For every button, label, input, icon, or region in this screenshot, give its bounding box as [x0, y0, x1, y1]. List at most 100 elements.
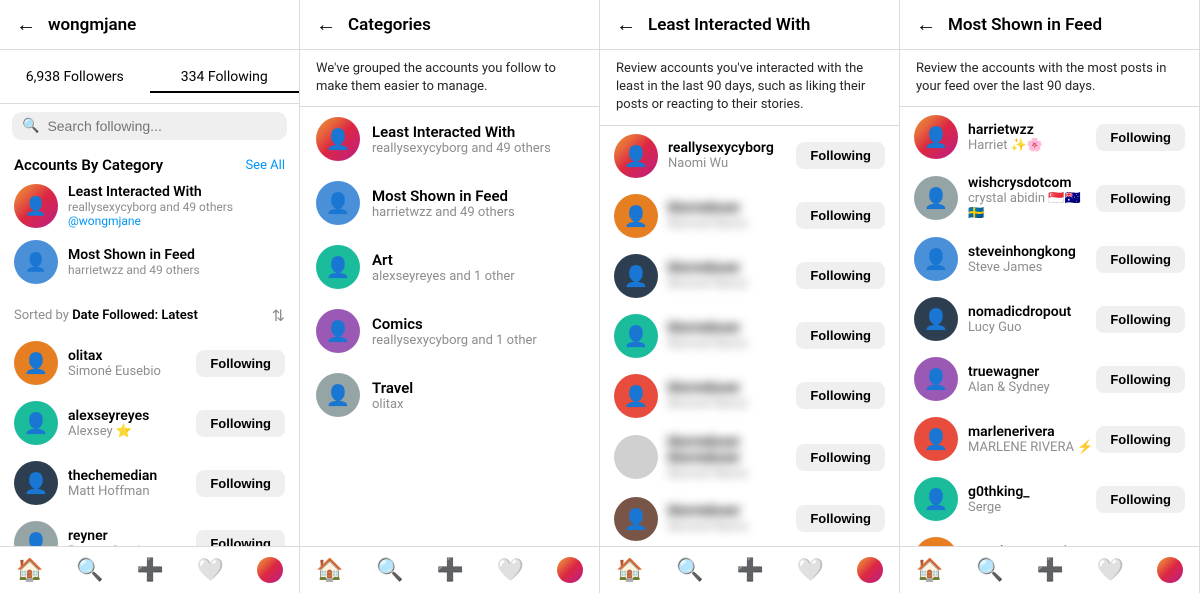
least-interacted-sub: reallysexycyborg and 49 others [68, 200, 233, 214]
profile-avatar[interactable] [557, 557, 583, 583]
heart-icon[interactable]: 🤍 [797, 558, 824, 583]
cat-name: Most Shown in Feed [372, 187, 515, 205]
list-item[interactable]: 👤 Art alexseyreyes and 1 other [300, 235, 599, 299]
heart-icon[interactable]: 🤍 [1097, 558, 1124, 583]
cat-info: Comics reallysexycyborg and 1 other [372, 315, 537, 348]
add-icon[interactable]: ➕ [436, 558, 463, 583]
table-row: 👤 blurreduser Blurred Name Following [600, 246, 899, 306]
list-item[interactable]: 👤 Least Interacted With reallysexycyborg… [300, 107, 599, 171]
user-info: wishcrysdotcom crystal abidin 🇸🇬🇦🇺🇸🇪 [968, 175, 1096, 221]
most-shown-avatar: 👤 [14, 240, 58, 284]
following-button[interactable]: Following [796, 444, 885, 471]
least-interacted-title: Least Interacted With [648, 15, 810, 35]
home-icon[interactable]: 🏠 [16, 558, 43, 583]
avatar: 👤 [14, 401, 58, 445]
most-shown-category[interactable]: 👤 Most Shown in Feed harrietwzz and 49 o… [0, 234, 299, 290]
avatar: 👤 [614, 134, 658, 178]
search-nav-icon[interactable]: 🔍 [76, 558, 103, 583]
following-button[interactable]: Following [1096, 426, 1185, 453]
table-row: 👤 reyner Reyner Crosby Following [0, 513, 299, 546]
search-input[interactable] [47, 118, 277, 134]
avatar: 👤 [14, 461, 58, 505]
following-button[interactable]: Following [1096, 185, 1185, 212]
home-icon[interactable]: 🏠 [316, 558, 343, 583]
fullname: Naomi Wu [668, 156, 796, 171]
following-button[interactable]: Following [1096, 366, 1185, 393]
following-stat[interactable]: 334 Following [150, 60, 300, 93]
avatar: 👤 [914, 297, 958, 341]
fullname: Simoné Eusebio [68, 364, 196, 379]
home-icon[interactable]: 🏠 [616, 558, 643, 583]
least-interacted-panel: ← Least Interacted With Review accounts … [600, 0, 900, 593]
cat-name: Comics [372, 315, 537, 333]
profile-avatar[interactable] [857, 557, 883, 583]
sort-icon[interactable]: ⇅ [272, 306, 285, 325]
profile-avatar[interactable] [257, 557, 283, 583]
following-button[interactable]: Following [1096, 486, 1185, 513]
following-header: ← wongmjane [0, 0, 299, 50]
search-nav-icon[interactable]: 🔍 [976, 558, 1003, 583]
fullname: Matt Hoffman [68, 484, 196, 499]
following-button[interactable]: Following [196, 350, 285, 377]
profile-avatar[interactable] [1157, 557, 1183, 583]
cat-info: Travel olitax [372, 379, 413, 412]
list-item[interactable]: 👤 Most Shown in Feed harrietwzz and 49 o… [300, 171, 599, 235]
avatar: 👤 [316, 245, 360, 289]
table-row: 👤 alexseyreyes Alexsey ⭐ Following [0, 393, 299, 453]
avatar: 👤 [614, 254, 658, 298]
user-info: blurreduser blurreduser Blurred Name [668, 434, 796, 481]
following-button[interactable]: Following [796, 382, 885, 409]
heart-icon[interactable]: 🤍 [497, 558, 524, 583]
following-button[interactable]: Following [796, 505, 885, 532]
avatar: 👤 [316, 309, 360, 353]
following-button[interactable]: Following [196, 410, 285, 437]
fullname: Lucy Guo [968, 320, 1096, 335]
search-icon: 🔍 [22, 118, 39, 134]
accounts-title: Accounts By Category [14, 156, 163, 174]
username: steveinhongkong [968, 244, 1096, 260]
avatar: 👤 [14, 341, 58, 385]
see-all-link[interactable]: See All [245, 158, 285, 173]
back-icon-1[interactable]: ← [16, 12, 36, 37]
back-icon-3[interactable]: ← [616, 12, 636, 37]
following-button[interactable]: Following [196, 530, 285, 547]
following-button[interactable]: Following [796, 202, 885, 229]
back-icon-4[interactable]: ← [916, 12, 936, 37]
sort-value[interactable]: Date Followed: Latest [72, 308, 198, 323]
categories-header: ← Categories [300, 0, 599, 50]
list-item[interactable]: 👤 Travel olitax [300, 363, 599, 427]
user-info: blurreduser Blurred Name [668, 380, 796, 411]
list-item[interactable]: 👤 Comics reallysexycyborg and 1 other [300, 299, 599, 363]
search-nav-icon[interactable]: 🔍 [676, 558, 703, 583]
home-icon[interactable]: 🏠 [916, 558, 943, 583]
heart-icon[interactable]: 🤍 [197, 558, 224, 583]
following-button[interactable]: Following [1096, 124, 1185, 151]
sort-prefix: Sorted by [14, 308, 69, 323]
most-shown-info: Most Shown in Feed harrietwzz and 49 oth… [68, 247, 200, 277]
least-interacted-avatar: 👤 [14, 184, 58, 228]
least-interacted-category[interactable]: 👤 Least Interacted With reallysexycyborg… [0, 178, 299, 234]
user-info: blurreduser Blurred Name [668, 503, 796, 534]
add-icon[interactable]: ➕ [136, 558, 163, 583]
user-info: blurreduser Blurred Name [668, 320, 796, 351]
following-button[interactable]: Following [1096, 306, 1185, 333]
following-button[interactable]: Following [796, 142, 885, 169]
search-bar: 🔍 [12, 112, 287, 140]
search-nav-icon[interactable]: 🔍 [376, 558, 403, 583]
following-button[interactable]: Following [1096, 246, 1185, 273]
followers-stat[interactable]: 6,938 Followers [0, 60, 150, 93]
back-icon-2[interactable]: ← [316, 12, 336, 37]
username: reyner [68, 528, 196, 544]
categories-title: Categories [348, 15, 431, 35]
add-icon[interactable]: ➕ [1036, 558, 1063, 583]
least-interacted-desc: Review accounts you've interacted with t… [600, 50, 899, 126]
cat-name: Travel [372, 379, 413, 397]
fullname: Steve James [968, 260, 1096, 275]
following-button[interactable]: Following [796, 262, 885, 289]
following-button[interactable]: Following [796, 322, 885, 349]
username: blurreduser [668, 200, 796, 216]
username: blurreduser blurreduser [668, 434, 796, 466]
fullname: Blurred Name [668, 336, 796, 351]
add-icon[interactable]: ➕ [736, 558, 763, 583]
following-button[interactable]: Following [196, 470, 285, 497]
